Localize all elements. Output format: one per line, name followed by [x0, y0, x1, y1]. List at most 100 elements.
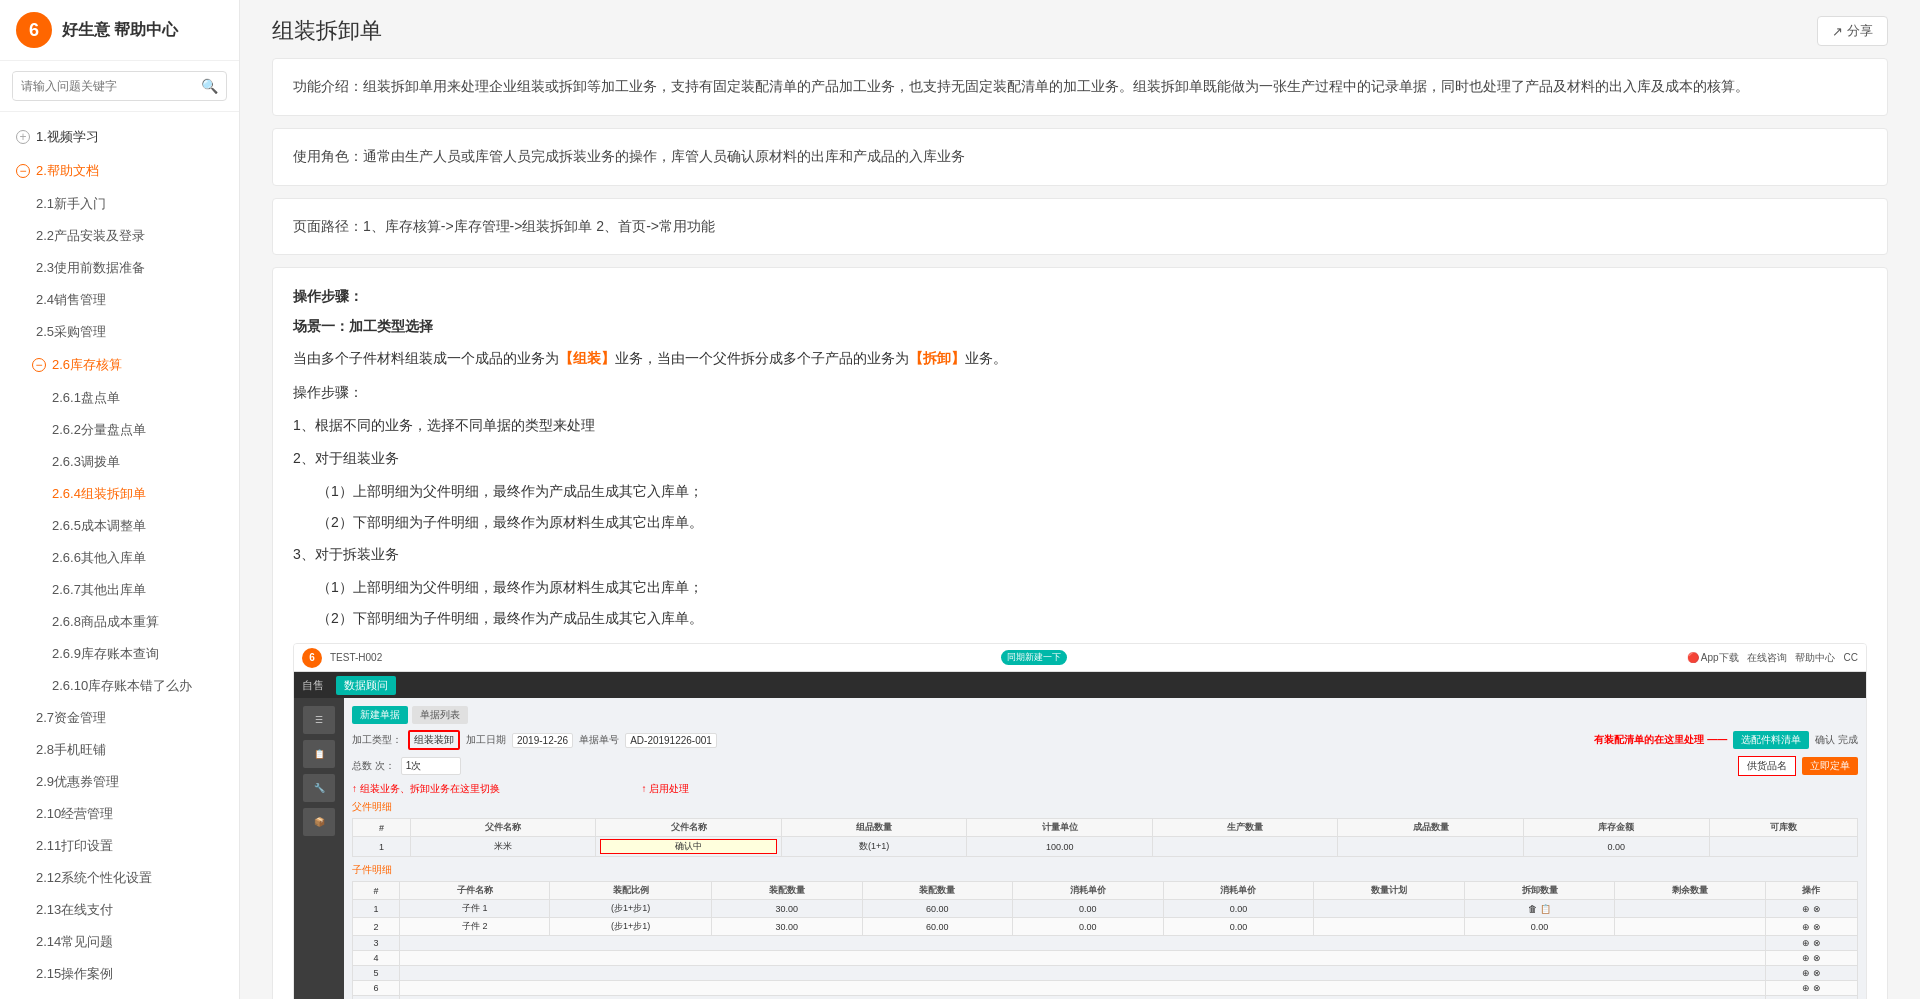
share-label: 分享 [1847, 22, 1873, 40]
sidebar-item-2-4[interactable]: 2.4销售管理 [0, 284, 239, 316]
mock-cth: 数量计划 [1314, 882, 1465, 900]
share-button[interactable]: ↗ 分享 [1817, 16, 1888, 46]
mock-cth: 剩余数量 [1615, 882, 1766, 900]
search-icon[interactable]: 🔍 [193, 72, 226, 100]
mock-logo: 6 [302, 648, 322, 668]
mock-sidebar-icon-3: 🔧 [303, 774, 335, 802]
minus-icon: − [16, 164, 30, 178]
mock-annotation-has-bom: 有装配清单的在这里处理 —— [1594, 733, 1727, 747]
mock-parent-row-1: 1 米米 确认中 数(1+1) 100.00 [353, 837, 1858, 857]
mock-cell: 60.00 [862, 918, 1013, 936]
mock-cell: ⊕ ⊗ [1765, 918, 1857, 936]
sidebar-item-2-6-4[interactable]: 2.6.4组装拆卸单 [0, 478, 239, 510]
sidebar-item-2-5[interactable]: 2.5采购管理 [0, 316, 239, 348]
steps-intro-label: 操作步骤： [293, 380, 1867, 405]
sidebar-item-2-12[interactable]: 2.12系统个性化设置 [0, 862, 239, 894]
sidebar-item-2-10[interactable]: 2.10经营管理 [0, 798, 239, 830]
sidebar-item-2-3[interactable]: 2.3使用前数据准备 [0, 252, 239, 284]
minus-icon-2-6: − [32, 358, 46, 372]
sidebar-item-2-6-5[interactable]: 2.6.5成本调整单 [0, 510, 239, 542]
sidebar-item-2-9[interactable]: 2.9优惠券管理 [0, 766, 239, 798]
plus-icon: + [16, 130, 30, 144]
search-wrap[interactable]: 🔍 [12, 71, 227, 101]
mock-badge: 同期新建一下 [1001, 650, 1067, 665]
sidebar-item-2-14[interactable]: 2.14常见问题 [0, 926, 239, 958]
sidebar-item-2-6-3[interactable]: 2.6.3调拨单 [0, 446, 239, 478]
mock-th-prod-qty: 生产数量 [1152, 819, 1338, 837]
mock-child-row-3: 3 ⊕ ⊗ [353, 936, 1858, 951]
mock-cell: 1 [353, 900, 400, 918]
mock-cell: 100.00 [967, 837, 1153, 857]
search-input[interactable] [13, 73, 193, 99]
mock-nav-home: 自售 [302, 678, 324, 693]
sidebar-item-2-6-10[interactable]: 2.6.10库存账本错了么办 [0, 670, 239, 702]
role-card: 使用角色：通常由生产人员或库管人员完成拆装业务的操作，库管人员确认原材料的出库和… [272, 128, 1888, 186]
brand-name: 好生意 帮助中心 [62, 20, 178, 41]
mock-cell: 30.00 [711, 918, 862, 936]
mock-tab-new: 新建单据 [352, 706, 408, 724]
page-title: 组装拆卸单 [272, 16, 382, 46]
sidebar-item-2-6-2[interactable]: 2.6.2分量盘点单 [0, 414, 239, 446]
brand-logo: 6 [16, 12, 52, 48]
mock-child-label: 子件明细 [352, 863, 1858, 877]
mock-parent-label: 父件明细 [352, 800, 1858, 814]
mock-cell: 30.00 [711, 900, 862, 918]
sidebar-item-2-1[interactable]: 2.1新手入门 [0, 188, 239, 220]
share-icon: ↗ [1832, 24, 1843, 39]
mock-sidebar-icon-1: ☰ [303, 706, 335, 734]
mock-cell: 1 [353, 837, 411, 857]
sidebar: 6 好生意 帮助中心 🔍 + 1.视频学习 − 2.帮助文档 2.1新手入门 2… [0, 0, 240, 999]
mock-select-bom-btn[interactable]: 选配件料清单 [1733, 731, 1809, 749]
step2b-text: （2）下部明细为子件明细，最终作为原材料生成其它出库单。 [293, 510, 1867, 535]
mock-add-btn[interactable]: 立即定单 [1802, 757, 1858, 775]
mock-type-label: 加工类型： [352, 733, 402, 747]
sidebar-item-docs[interactable]: − 2.帮助文档 [0, 154, 239, 188]
mock-cell: 6 [353, 981, 400, 996]
mock-cell: 确认中 [596, 837, 782, 857]
mock-sidebar-inner: ☰ 📋 🔧 📦 [294, 698, 344, 999]
mock-cell: ⊕ ⊗ [1765, 936, 1857, 951]
mock-cell [1615, 918, 1766, 936]
mock-no-label: 单据单号 [579, 733, 619, 747]
mock-cell [1152, 837, 1338, 857]
sidebar-item-2-6-6[interactable]: 2.6.6其他入库单 [0, 542, 239, 574]
mock-cell: 0.00 [1013, 900, 1164, 918]
content-area: 功能介绍：组装拆卸单用来处理企业组装或拆卸等加工业务，支持有固定装配清单的产品加… [240, 58, 1920, 999]
mock-tab-list: 单据列表 [412, 706, 468, 724]
sidebar-item-2-11[interactable]: 2.11打印设置 [0, 830, 239, 862]
sidebar-item-2-6[interactable]: − 2.6库存核算 [0, 348, 239, 382]
mock-supplier-box: 供货品名 [1738, 756, 1796, 776]
ops-title: 操作步骤： [293, 288, 1867, 306]
sidebar-item-2-7[interactable]: 2.7资金管理 [0, 702, 239, 734]
step2a-text: （1）上部明细为父件明细，最终作为产成品生成其它入库单； [293, 479, 1867, 504]
mock-body: ☰ 📋 🔧 📦 新建单据 单据列表 [294, 698, 1866, 999]
mock-sidebar-icon-2: 📋 [303, 740, 335, 768]
mock-th-pname: 父件名称 [410, 819, 596, 837]
sidebar-item-2-6-1[interactable]: 2.6.1盘点单 [0, 382, 239, 414]
search-box: 🔍 [0, 61, 239, 112]
mock-child-table: # 子件名称 装配比例 装配数量 装配数量 消耗单价 消耗单价 数量计划 [352, 881, 1858, 999]
mock-cell [1314, 900, 1465, 918]
nav-list: + 1.视频学习 − 2.帮助文档 2.1新手入门 2.2产品安装及登录 2.3… [0, 112, 239, 999]
mock-cell: 米米 [410, 837, 596, 857]
mock-count-label: 总数 次： [352, 759, 395, 773]
sidebar-item-2-6-9[interactable]: 2.6.9库存账本查询 [0, 638, 239, 670]
sidebar-item-video[interactable]: + 1.视频学习 [0, 120, 239, 154]
mock-date-label: 加工日期 [466, 733, 506, 747]
sidebar-item-2-2[interactable]: 2.2产品安装及登录 [0, 220, 239, 252]
mock-cell: ⊕ ⊗ [1765, 966, 1857, 981]
sidebar-item-2-15[interactable]: 2.15操作案例 [0, 958, 239, 990]
sidebar-header: 6 好生意 帮助中心 [0, 0, 239, 61]
mock-child-row-6: 6 ⊕ ⊗ [353, 981, 1858, 996]
sidebar-item-2-13[interactable]: 2.13在线支付 [0, 894, 239, 926]
sidebar-item-2-8[interactable]: 2.8手机旺铺 [0, 734, 239, 766]
mock-parent-table: # 父件名称 父件名称 组品数量 计量单位 生产数量 成品数量 库存金额 可库数 [352, 818, 1858, 857]
sidebar-item-2-6-8[interactable]: 2.6.8商品成本重算 [0, 606, 239, 638]
sidebar-item-2-6-7[interactable]: 2.6.7其他出库单 [0, 574, 239, 606]
mock-cell: 0.00 [1464, 918, 1615, 936]
mock-cth: 装配数量 [711, 882, 862, 900]
mock-th-pname2: 父件名称 [596, 819, 782, 837]
mock-th-no: # [353, 819, 411, 837]
mock-cell: 子件 1 [399, 900, 550, 918]
mock-nav: 自售 数据顾问 [294, 672, 1866, 698]
